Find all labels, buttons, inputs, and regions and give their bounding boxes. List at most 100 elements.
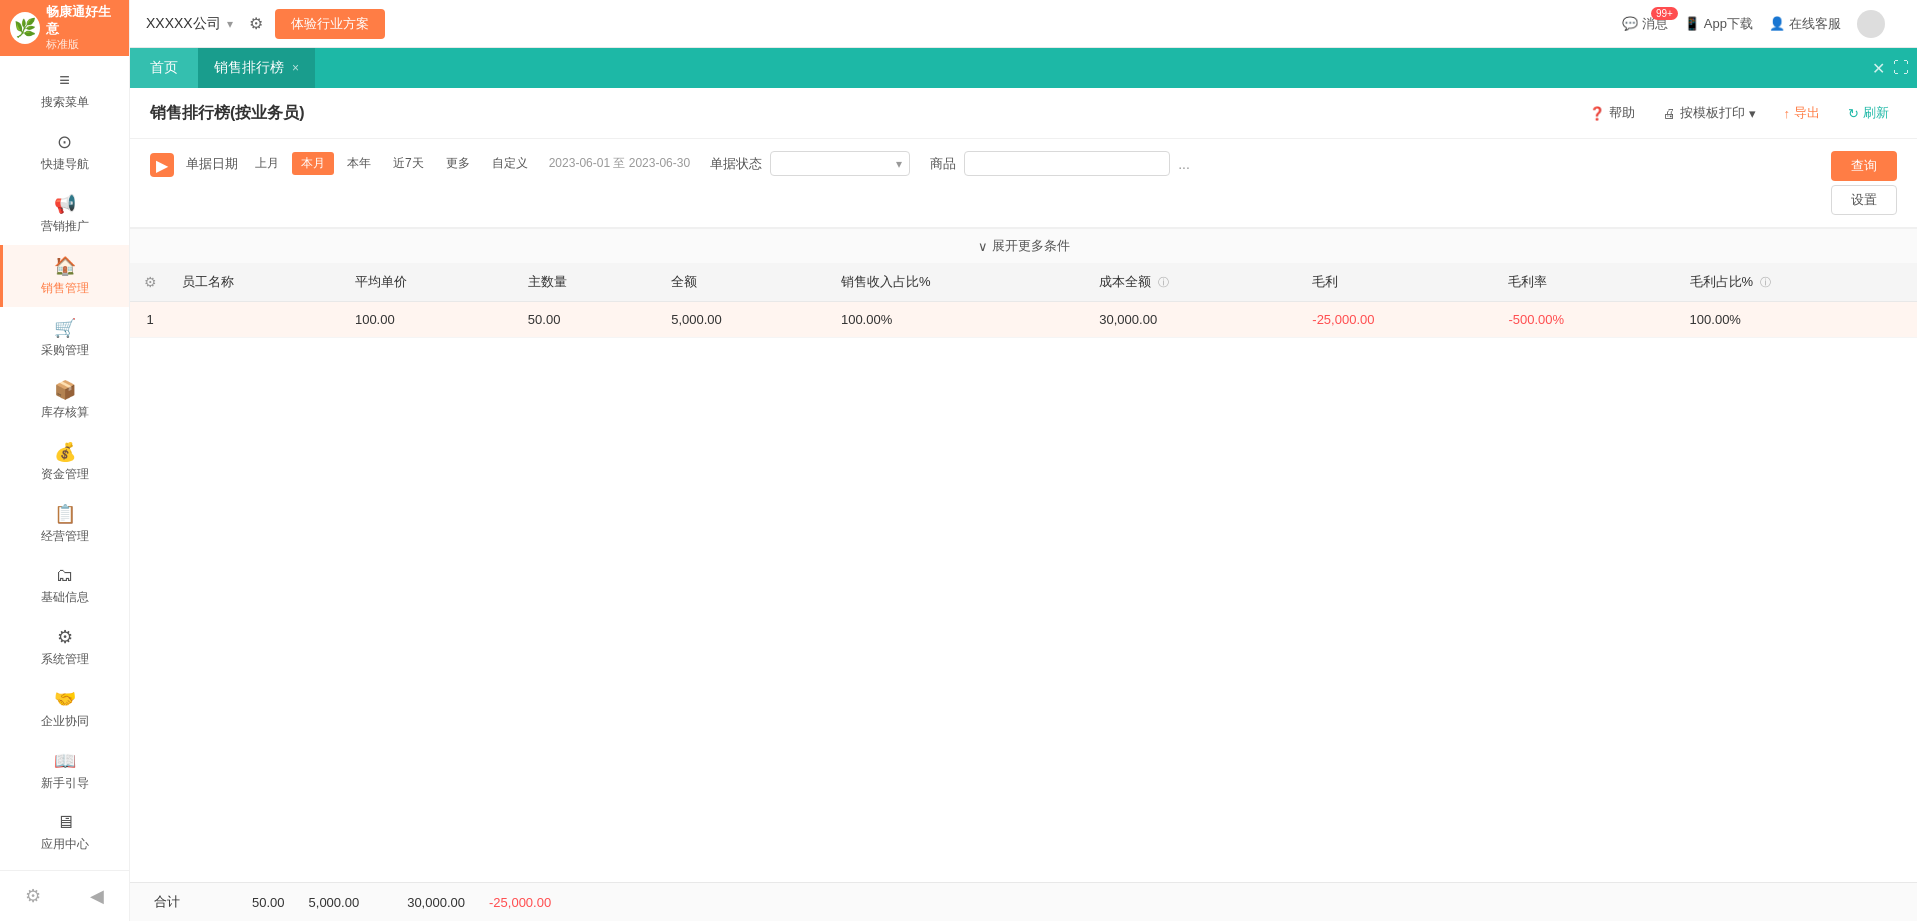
query-button[interactable]: 查询 bbox=[1831, 151, 1897, 181]
sidebar-item-label: 企业协同 bbox=[41, 713, 89, 730]
tab-home[interactable]: 首页 bbox=[130, 48, 198, 88]
inventory-icon: 📦 bbox=[54, 379, 76, 401]
date-opt-more[interactable]: 更多 bbox=[437, 152, 479, 175]
date-filter-group: 单据日期 上月 本月 本年 近7天 更多 自定义 2023-06-01 至 20… bbox=[186, 152, 690, 175]
sidebar-item-guide[interactable]: 📖 新手引导 bbox=[0, 740, 129, 802]
col-header-profit: 毛利 bbox=[1300, 263, 1496, 302]
status-select-wrap bbox=[770, 151, 910, 176]
col-header-settings[interactable]: ⚙ bbox=[130, 263, 170, 302]
logo: 🌿 畅康通好生意 标准版 bbox=[0, 0, 129, 56]
sidebar-item-wechat[interactable]: 💬 企业微信 bbox=[0, 863, 129, 870]
goods-more-dots[interactable]: ... bbox=[1178, 156, 1190, 172]
maximize-icon[interactable]: ⛶ bbox=[1893, 59, 1909, 77]
basicinfo-icon: 🗂 bbox=[56, 565, 74, 586]
col-header-quantity: 主数量 bbox=[516, 263, 659, 302]
message-icon: 💬 bbox=[1622, 16, 1638, 31]
template-print-btn[interactable]: 🖨 按模板打印 ▾ bbox=[1655, 100, 1764, 126]
table-footer: 合计 50.00 5,000.00 30,000.00 -25,000.00 bbox=[130, 882, 1917, 921]
footer-cost: 30,000.00 bbox=[395, 895, 477, 910]
help-icon: ❓ bbox=[1589, 106, 1605, 121]
download-icon: 📱 bbox=[1684, 16, 1700, 31]
app-download-btn[interactable]: 📱 App下载 bbox=[1684, 15, 1753, 33]
avatar[interactable] bbox=[1857, 10, 1885, 38]
col-header-profit-pct: 毛利占比% ⓘ bbox=[1678, 263, 1917, 302]
print-dropdown-icon: ▾ bbox=[1749, 106, 1756, 121]
date-opt-thisyear[interactable]: 本年 bbox=[338, 152, 380, 175]
profitpct-info-icon[interactable]: ⓘ bbox=[1760, 276, 1771, 288]
topbar-right: 💬 消息 99+ 📱 App下载 👤 在线客服 bbox=[1622, 10, 1901, 38]
online-support-btn[interactable]: 👤 在线客服 bbox=[1769, 15, 1841, 33]
sidebar-item-cooperation[interactable]: 🤝 企业协同 bbox=[0, 678, 129, 740]
settings-btn[interactable]: ⚙ bbox=[21, 881, 45, 911]
goods-input[interactable] bbox=[964, 151, 1170, 176]
sidebar-item-system[interactable]: ⚙ 系统管理 bbox=[0, 616, 129, 678]
sidebar-item-label: 搜索菜单 bbox=[41, 94, 89, 111]
sidebar-item-quicknav[interactable]: ⊙ 快捷导航 bbox=[0, 121, 129, 183]
trial-btn[interactable]: 体验行业方案 bbox=[275, 9, 385, 39]
settings-button[interactable]: 设置 bbox=[1831, 185, 1897, 215]
company-selector[interactable]: XXXXX公司 ▾ bbox=[146, 15, 233, 33]
data-table-wrap: ⚙ 员工名称 平均单价 主数量 全额 销售收入占比% 成本全额 ⓘ 毛利 毛利率 bbox=[130, 263, 1917, 882]
topbar: XXXXX公司 ▾ ⚙ 体验行业方案 💬 消息 99+ 📱 App下载 👤 在线… bbox=[130, 0, 1917, 48]
expand-btn-label: 展开更多条件 bbox=[992, 237, 1070, 255]
help-btn[interactable]: ❓ 帮助 bbox=[1581, 100, 1643, 126]
date-opt-lastmonth[interactable]: 上月 bbox=[246, 152, 288, 175]
footer-amount: 5,000.00 bbox=[297, 895, 372, 910]
cell-employee bbox=[170, 302, 343, 338]
export-btn[interactable]: ↑ 导出 bbox=[1776, 100, 1829, 126]
template-print-label: 按模板打印 bbox=[1680, 104, 1745, 122]
online-support-label: 在线客服 bbox=[1789, 15, 1841, 33]
tab-sales-ranking[interactable]: 销售排行榜 × bbox=[198, 48, 315, 88]
filter-bar: ▶ 单据日期 上月 本月 本年 近7天 更多 bbox=[130, 139, 1917, 228]
sidebar-item-finance[interactable]: 💰 资金管理 bbox=[0, 431, 129, 493]
sidebar-item-marketing[interactable]: 📢 营销推广 bbox=[0, 183, 129, 245]
sidebar-item-inventory[interactable]: 📦 库存核算 bbox=[0, 369, 129, 431]
marketing-icon: 📢 bbox=[54, 193, 76, 215]
cell-rank: 1 bbox=[130, 302, 170, 338]
cell-revenue-pct: 100.00% bbox=[829, 302, 1087, 338]
sidebar: 🌿 畅康通好生意 标准版 ≡ 搜索菜单 ⊙ 快捷导航 📢 营销推广 🏠 销售管理… bbox=[0, 0, 130, 921]
status-filter-label: 单据状态 bbox=[710, 155, 762, 173]
status-filter-group: 单据状态 bbox=[710, 151, 910, 176]
company-name: XXXXX公司 bbox=[146, 15, 221, 33]
support-icon: 👤 bbox=[1769, 16, 1785, 31]
date-opt-last7days[interactable]: 近7天 bbox=[384, 152, 433, 175]
collapse-btn[interactable]: ◀ bbox=[86, 881, 108, 911]
goods-filter-label: 商品 bbox=[930, 155, 956, 173]
sidebar-item-label: 资金管理 bbox=[41, 466, 89, 483]
tab-close-icon[interactable]: × bbox=[292, 61, 299, 75]
sidebar-item-operations[interactable]: 📋 经营管理 bbox=[0, 493, 129, 555]
content-area: 销售排行榜(按业务员) ❓ 帮助 🖨 按模板打印 ▾ ↑ 导出 ↻ 刷新 bbox=[130, 88, 1917, 921]
date-opt-custom[interactable]: 自定义 bbox=[483, 152, 537, 175]
sidebar-item-search[interactable]: ≡ 搜索菜单 bbox=[0, 60, 129, 121]
tab-label: 销售排行榜 bbox=[214, 59, 284, 77]
sidebar-item-label: 基础信息 bbox=[41, 589, 89, 606]
col-header-employee: 员工名称 bbox=[170, 263, 343, 302]
col-header-avgprice: 平均单价 bbox=[343, 263, 516, 302]
status-select[interactable] bbox=[770, 151, 910, 176]
sidebar-item-basicinfo[interactable]: 🗂 基础信息 bbox=[0, 555, 129, 616]
date-opt-thismonth[interactable]: 本月 bbox=[292, 152, 334, 175]
sidebar-item-purchase[interactable]: 🛒 采购管理 bbox=[0, 307, 129, 369]
print-icon: 🖨 bbox=[1663, 106, 1676, 121]
sales-icon: 🏠 bbox=[54, 255, 76, 277]
expand-conditions-btn[interactable]: ∨ 展开更多条件 bbox=[978, 237, 1070, 255]
quicknav-icon: ⊙ bbox=[57, 131, 72, 153]
date-filter-label: 单据日期 bbox=[186, 155, 238, 173]
refresh-btn[interactable]: ↻ 刷新 bbox=[1840, 100, 1897, 126]
sidebar-item-label: 采购管理 bbox=[41, 342, 89, 359]
sidebar-item-appcenter[interactable]: 🖥 应用中心 bbox=[0, 802, 129, 863]
refresh-icon: ↻ bbox=[1848, 106, 1859, 121]
close-window-icon[interactable]: ✕ bbox=[1872, 59, 1885, 78]
tabbar: 首页 销售排行榜 × ✕ ⛶ bbox=[130, 48, 1917, 88]
gear-icon[interactable]: ⚙ bbox=[249, 14, 263, 33]
sidebar-item-sales[interactable]: 🏠 销售管理 bbox=[0, 245, 129, 307]
system-icon: ⚙ bbox=[57, 626, 73, 648]
message-btn[interactable]: 💬 消息 99+ bbox=[1622, 15, 1668, 33]
cooperation-icon: 🤝 bbox=[54, 688, 76, 710]
date-range-display: 2023-06-01 至 2023-06-30 bbox=[549, 155, 690, 172]
sidebar-item-label: 系统管理 bbox=[41, 651, 89, 668]
cost-info-icon[interactable]: ⓘ bbox=[1158, 276, 1169, 288]
page-header: 销售排行榜(按业务员) ❓ 帮助 🖨 按模板打印 ▾ ↑ 导出 ↻ 刷新 bbox=[130, 88, 1917, 139]
filter-toggle-btn[interactable]: ▶ bbox=[150, 153, 174, 177]
